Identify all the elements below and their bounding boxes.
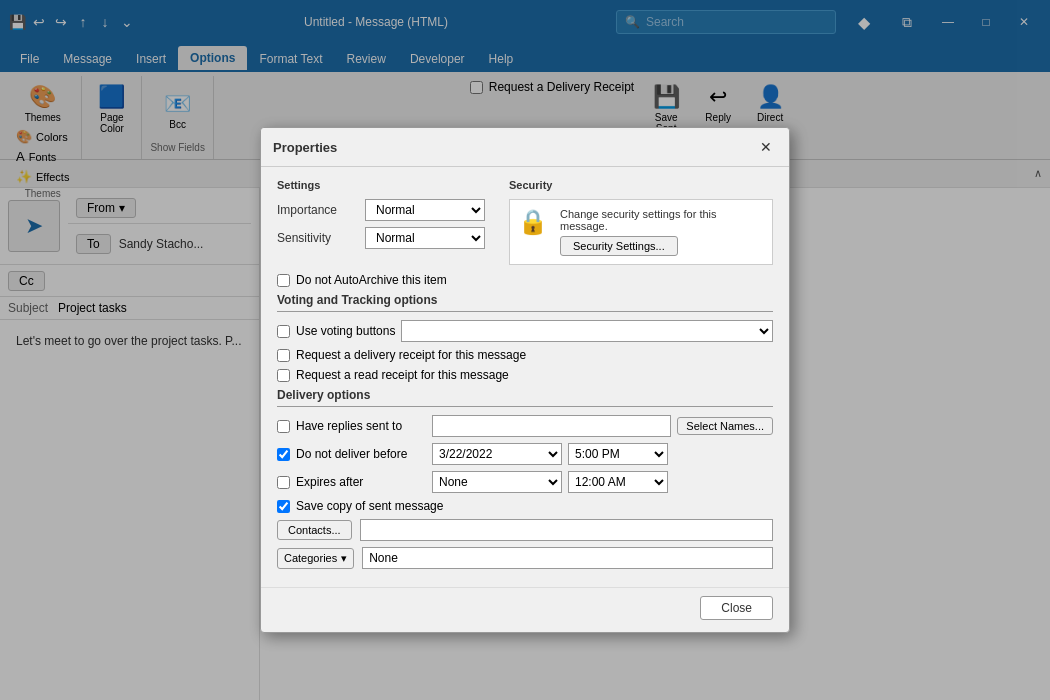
voting-label: Voting and Tracking options [277, 293, 773, 312]
security-box: 🔒 Change security settings for this mess… [509, 199, 773, 265]
dialog-title: Properties [273, 140, 337, 155]
categories-btn-label: Categories [284, 552, 337, 564]
categories-dropdown-icon: ▾ [341, 552, 347, 565]
have-replies-row: Have replies sent to Select Names... [277, 415, 773, 437]
security-label: Security [509, 179, 773, 191]
save-copy-checkbox[interactable] [277, 500, 290, 513]
sensitivity-select[interactable]: Normal [365, 227, 485, 249]
contacts-input[interactable] [360, 519, 773, 541]
contacts-button[interactable]: Contacts... [277, 520, 352, 540]
expires-date-select[interactable]: None [432, 471, 562, 493]
importance-row: Importance Normal [277, 199, 497, 221]
dialog-footer: Close [261, 587, 789, 632]
settings-label: Settings [277, 179, 497, 191]
security-section: Security 🔒 Change security settings for … [509, 179, 773, 273]
autoarchive-row: Do not AutoArchive this item [277, 273, 773, 287]
categories-dropdown[interactable]: Categories ▾ [277, 548, 354, 569]
security-settings-button[interactable]: Security Settings... [560, 236, 678, 256]
sensitivity-row: Sensitivity Normal [277, 227, 497, 249]
have-replies-checkbox[interactable] [277, 420, 290, 433]
expires-checkbox[interactable] [277, 476, 290, 489]
request-delivery-dialog-checkbox[interactable] [277, 349, 290, 362]
autoarchive-label: Do not AutoArchive this item [296, 273, 447, 287]
request-read-checkbox[interactable] [277, 369, 290, 382]
properties-dialog: Properties ✕ Settings Importance Normal [260, 127, 790, 633]
dialog-body: Settings Importance Normal Sensitivity N… [261, 167, 789, 587]
security-content: Change security settings for this messag… [560, 208, 764, 256]
settings-grid: Importance Normal Sensitivity Normal [277, 199, 497, 249]
use-voting-label: Use voting buttons [296, 324, 395, 338]
do-not-deliver-date-select[interactable]: 3/22/2022 [432, 443, 562, 465]
expires-time-select[interactable]: 12:00 AM [568, 471, 668, 493]
settings-security-row: Settings Importance Normal Sensitivity N… [277, 179, 773, 273]
do-not-deliver-label: Do not deliver before [296, 447, 426, 461]
importance-select[interactable]: Normal [365, 199, 485, 221]
do-not-deliver-checkbox[interactable] [277, 448, 290, 461]
save-copy-label: Save copy of sent message [296, 499, 443, 513]
save-copy-row: Save copy of sent message [277, 499, 773, 513]
categories-input[interactable] [362, 547, 773, 569]
request-read-row: Request a read receipt for this message [277, 368, 773, 382]
contacts-row: Contacts... [277, 519, 773, 541]
dialog-overlay: Properties ✕ Settings Importance Normal [0, 0, 1050, 700]
expires-label: Expires after [296, 475, 426, 489]
use-voting-checkbox[interactable] [277, 325, 290, 338]
request-delivery-row: Request a delivery receipt for this mess… [277, 348, 773, 362]
security-icon: 🔒 [518, 208, 548, 236]
autoarchive-checkbox[interactable] [277, 274, 290, 287]
importance-label: Importance [277, 203, 357, 217]
request-delivery-dialog-label: Request a delivery receipt for this mess… [296, 348, 526, 362]
dialog-titlebar: Properties ✕ [261, 128, 789, 167]
sensitivity-label: Sensitivity [277, 231, 357, 245]
do-not-deliver-time-select[interactable]: 5:00 PM [568, 443, 668, 465]
voting-select[interactable] [401, 320, 773, 342]
voting-buttons-row: Use voting buttons [277, 320, 773, 342]
have-replies-input[interactable] [432, 415, 671, 437]
security-text: Change security settings for this messag… [560, 208, 764, 232]
request-read-label: Request a read receipt for this message [296, 368, 509, 382]
close-button[interactable]: Close [700, 596, 773, 620]
settings-section: Settings Importance Normal Sensitivity N… [277, 179, 497, 273]
dialog-close-button[interactable]: ✕ [755, 136, 777, 158]
do-not-deliver-row: Do not deliver before 3/22/2022 5:00 PM [277, 443, 773, 465]
expires-row: Expires after None 12:00 AM [277, 471, 773, 493]
select-names-button[interactable]: Select Names... [677, 417, 773, 435]
delivery-label: Delivery options [277, 388, 773, 407]
categories-row: Categories ▾ [277, 547, 773, 569]
have-replies-label: Have replies sent to [296, 419, 426, 433]
